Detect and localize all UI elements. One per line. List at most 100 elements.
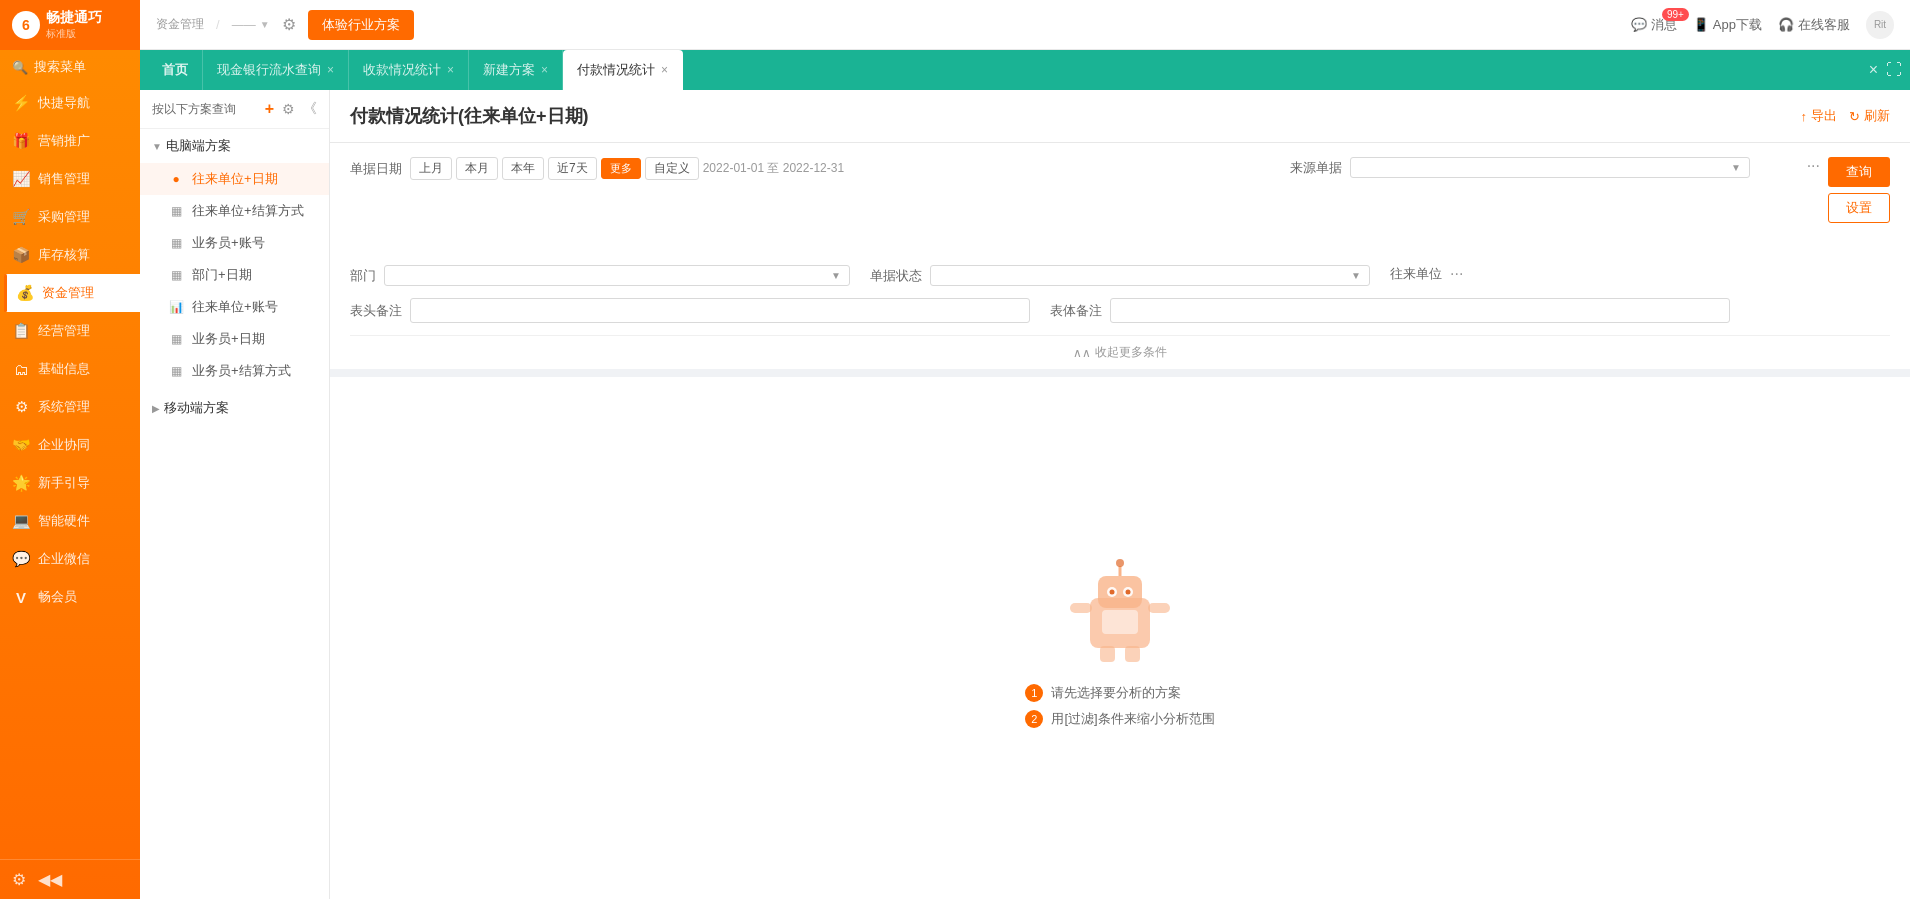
tab-cash-flow[interactable]: 现金银行流水查询 ×: [203, 50, 349, 90]
msg-badge: 99+: [1662, 8, 1689, 21]
sidebar-item-marketing[interactable]: 🎁 营销推广: [0, 122, 140, 160]
collapse-sidebar-btn[interactable]: ◀◀: [38, 870, 62, 889]
scheme-counterpart-settle[interactable]: ▦ 往来单位+结算方式: [140, 195, 329, 227]
sidebar-item-inventory[interactable]: 📦 库存核算: [0, 236, 140, 274]
scheme-salesman-date[interactable]: ▦ 业务员+日期: [140, 323, 329, 355]
sidebar-item-purchase[interactable]: 🛒 采购管理: [0, 198, 140, 236]
scheme-panel-actions: + ⚙ 《: [265, 100, 317, 118]
date-btn-custom[interactable]: 自定义: [645, 157, 699, 180]
salesman-dots-btn[interactable]: ···: [1807, 157, 1820, 175]
filter-body-note-label: 表体备注: [1050, 302, 1102, 320]
main-area: 资金管理 / —— ▼ ⚙ 体验行业方案 💬 消息 99+ 📱 App下载 🎧 …: [140, 0, 1910, 899]
trial-btn[interactable]: 体验行业方案: [308, 10, 414, 40]
tab-cash-flow-label: 现金银行流水查询: [217, 61, 321, 79]
tab-new-scheme-label: 新建方案: [483, 61, 535, 79]
sidebar-item-cooperation[interactable]: 🤝 企业协同: [0, 426, 140, 464]
finance-icon: 💰: [16, 284, 34, 302]
system-icon: ⚙: [12, 398, 30, 416]
marketing-icon: 🎁: [12, 132, 30, 150]
tab-home-label: 首页: [162, 61, 188, 79]
tab-receipt-stats-close[interactable]: ×: [447, 63, 454, 77]
tab-home[interactable]: 首页: [148, 50, 203, 90]
date-btn-7days[interactable]: 近7天: [548, 157, 597, 180]
filter-area: 单据日期 上月 本月 本年 近7天 更多 自定义 2022-01-01 至 20…: [330, 143, 1910, 369]
sidebar-item-member[interactable]: V 畅会员: [0, 578, 140, 616]
sidebar-search-menu[interactable]: 🔍 搜索菜单: [0, 50, 140, 84]
counterpart-dots-btn[interactable]: ···: [1450, 265, 1463, 283]
empty-tip-2: 2 用[过滤]条件来缩小分析范围: [1025, 710, 1214, 728]
sidebar-item-basic[interactable]: 🗂 基础信息: [0, 350, 140, 388]
svg-point-4: [1110, 590, 1115, 595]
scheme-icon: ▦: [168, 235, 184, 251]
scheme-counterpart-account[interactable]: 📊 往来单位+账号: [140, 291, 329, 323]
content-area: 按以下方案查询 + ⚙ 《 ▼ 电脑端方案 ● 往来单位+日期 ▦: [140, 90, 1910, 899]
export-btn[interactable]: ↑ 导出: [1801, 107, 1838, 125]
scheme-label: 业务员+日期: [192, 330, 265, 348]
tab-receipt-stats[interactable]: 收款情况统计 ×: [349, 50, 469, 90]
sidebar-item-finance[interactable]: 💰 资金管理: [4, 274, 140, 312]
scheme-icon: ▦: [168, 363, 184, 379]
sidebar-item-label: 企业微信: [38, 550, 90, 568]
scheme-salesman-settle[interactable]: ▦ 业务员+结算方式: [140, 355, 329, 387]
collapse-arrow-icon: ∧∧: [1073, 346, 1091, 360]
filter-header-note-label: 表头备注: [350, 302, 402, 320]
refresh-btn[interactable]: ↻ 刷新: [1849, 107, 1890, 125]
filter-actions-top: ··· 查询 设置: [1770, 157, 1890, 223]
add-scheme-btn[interactable]: +: [265, 100, 274, 118]
topbar-app-download[interactable]: 📱 App下载: [1693, 16, 1762, 34]
topbar-dropdown[interactable]: —— ▼: [232, 18, 270, 32]
filter-body-note-input[interactable]: [1110, 298, 1730, 323]
scheme-salesman-account[interactable]: ▦ 业务员+账号: [140, 227, 329, 259]
empty-state: 1 请先选择要分析的方案 2 用[过滤]条件来缩小分析范围: [330, 377, 1910, 899]
tab-new-scheme[interactable]: 新建方案 ×: [469, 50, 563, 90]
business-icon: 📋: [12, 322, 30, 340]
close-tab-btn[interactable]: ×: [1869, 61, 1878, 79]
scheme-active-icon: ●: [168, 171, 184, 187]
filter-settings-btn[interactable]: 设置: [1828, 193, 1890, 223]
filter-source-select[interactable]: ▼: [1350, 157, 1750, 178]
filter-dept-select[interactable]: ▼: [384, 265, 850, 286]
sidebar-item-sales[interactable]: 📈 销售管理: [0, 160, 140, 198]
settings-bottom-btn[interactable]: ⚙: [12, 870, 26, 889]
scheme-label: 往来单位+账号: [192, 298, 278, 316]
sidebar-item-label: 系统管理: [38, 398, 90, 416]
filter-docstatus-select[interactable]: ▼: [930, 265, 1370, 286]
expand-tab-btn[interactable]: ⛶: [1886, 61, 1902, 79]
desktop-group-title[interactable]: ▼ 电脑端方案: [140, 129, 329, 163]
sidebar-item-system[interactable]: ⚙ 系统管理: [0, 388, 140, 426]
collapse-filter-btn[interactable]: ∧∧ 收起更多条件: [1073, 344, 1167, 361]
scheme-counterpart-date[interactable]: ● 往来单位+日期: [140, 163, 329, 195]
topbar-msg-btn[interactable]: 💬 消息 99+: [1631, 16, 1677, 34]
dropdown-text: ——: [232, 18, 256, 32]
tab-cash-flow-close[interactable]: ×: [327, 63, 334, 77]
tab-receipt-stats-label: 收款情况统计: [363, 61, 441, 79]
tab-payment-stats-close[interactable]: ×: [661, 63, 668, 77]
date-btn-this-month[interactable]: 本月: [456, 157, 498, 180]
topbar-settings-btn[interactable]: ⚙: [282, 15, 296, 34]
collapse-panel-btn[interactable]: 《: [303, 100, 317, 118]
sidebar-item-label: 智能硬件: [38, 512, 90, 530]
sidebar-item-wechat[interactable]: 💬 企业微信: [0, 540, 140, 578]
sidebar-item-business[interactable]: 📋 经营管理: [0, 312, 140, 350]
mobile-group-title[interactable]: ▶ 移动端方案: [140, 391, 329, 425]
user-avatar[interactable]: Rit: [1866, 11, 1894, 39]
tabbar: 首页 现金银行流水查询 × 收款情况统计 × 新建方案 × 付款情况统计 × ×…: [140, 50, 1910, 90]
tip-text-2: 用[过滤]条件来缩小分析范围: [1051, 710, 1214, 728]
date-btn-this-year[interactable]: 本年: [502, 157, 544, 180]
topbar-online-service[interactable]: 🎧 在线客服: [1778, 16, 1850, 34]
date-btn-last-month[interactable]: 上月: [410, 157, 452, 180]
query-btn[interactable]: 查询: [1828, 157, 1890, 187]
scheme-dept-date[interactable]: ▦ 部门+日期: [140, 259, 329, 291]
scheme-settings-btn[interactable]: ⚙: [282, 101, 295, 117]
logo-icon: 6: [12, 11, 40, 39]
robot-svg: [1060, 548, 1180, 668]
sidebar-item-label: 采购管理: [38, 208, 90, 226]
date-btn-more[interactable]: 更多: [601, 158, 641, 179]
sidebar-item-hardware[interactable]: 💻 智能硬件: [0, 502, 140, 540]
sidebar-item-quicknav[interactable]: ⚡ 快捷导航: [0, 84, 140, 122]
filter-header-note-input[interactable]: [410, 298, 1030, 323]
filter-dept-label: 部门: [350, 267, 376, 285]
sidebar-item-guide[interactable]: 🌟 新手引导: [0, 464, 140, 502]
tab-payment-stats[interactable]: 付款情况统计 ×: [563, 50, 683, 90]
tab-new-scheme-close[interactable]: ×: [541, 63, 548, 77]
